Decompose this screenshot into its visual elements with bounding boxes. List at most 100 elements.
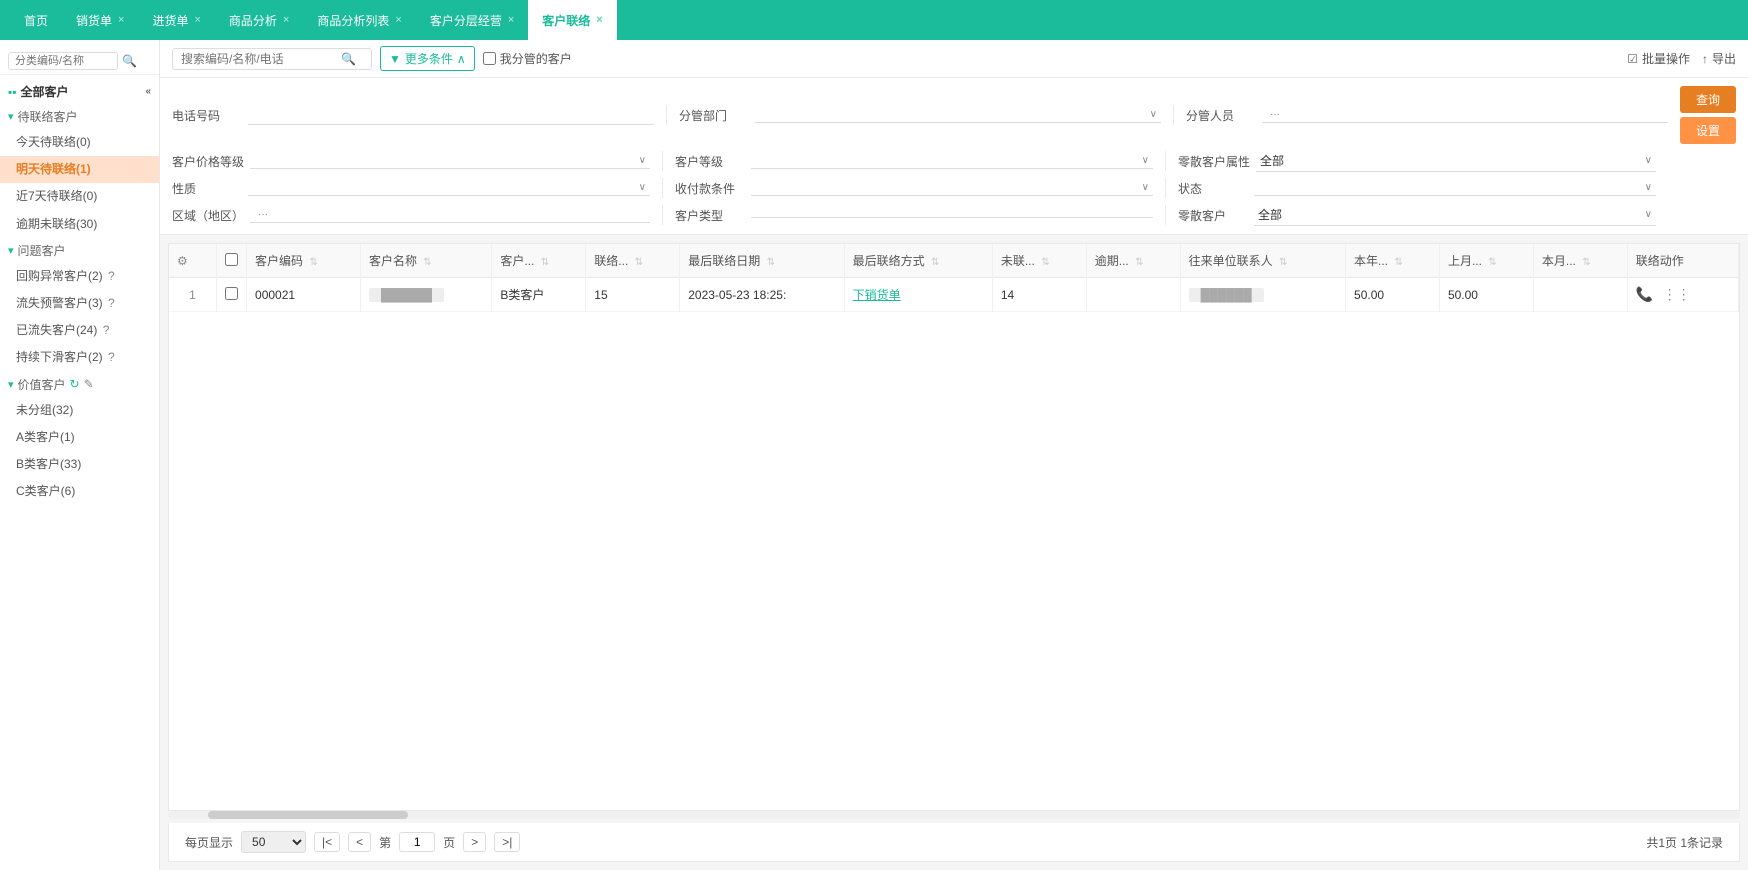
- price-grade-select[interactable]: ∨: [250, 153, 650, 169]
- sidebar-all-customers[interactable]: ▪▪ 全部客户 «: [0, 79, 159, 104]
- dept-chevron: ∨: [1150, 109, 1157, 120]
- row-name: ██████: [360, 278, 491, 312]
- person-more-dots: ···: [1270, 109, 1280, 120]
- nav-product-analysis-list[interactable]: 商品分析列表 ×: [303, 0, 415, 40]
- sidebar-item-today[interactable]: 今天待联络(0): [0, 129, 159, 156]
- sidebar-item-class-c[interactable]: C类客户(6): [0, 478, 159, 505]
- th-current-year[interactable]: 本年... ⇅: [1346, 244, 1440, 278]
- row-uncontacted: 14: [992, 278, 1086, 312]
- next-page-button[interactable]: >: [463, 832, 486, 852]
- payment-chevron: ∨: [1142, 182, 1149, 193]
- customer-grade-select[interactable]: ∨: [751, 153, 1153, 169]
- sidebar-item-declining[interactable]: 持续下滑客户(2) ?: [0, 344, 159, 371]
- last-page-button[interactable]: >|: [494, 832, 520, 852]
- sidebar-item-repurchase-abnormal[interactable]: 回购异常客户(2) ?: [0, 263, 159, 290]
- query-button[interactable]: 查询: [1680, 86, 1736, 113]
- scrollbar-track[interactable]: [168, 811, 1740, 819]
- th-type[interactable]: 客户... ⇅: [492, 244, 586, 278]
- nav-close-sales[interactable]: ×: [118, 14, 124, 26]
- customer-type-select[interactable]: [751, 213, 1153, 218]
- th-contact-person[interactable]: 往来单位联系人 ⇅: [1180, 244, 1345, 278]
- filter-divider-8: [1165, 205, 1166, 225]
- row-select-checkbox[interactable]: [225, 287, 238, 300]
- main-search-icon[interactable]: 🔍: [341, 52, 356, 66]
- table-header-row: ⚙ 客户编码 ⇅ 客户名称 ⇅: [169, 244, 1739, 278]
- th-contact-count[interactable]: 联络... ⇅: [586, 244, 680, 278]
- sidebar-item-class-a[interactable]: A类客户(1): [0, 424, 159, 451]
- sidebar-search-icon[interactable]: 🔍: [122, 54, 137, 68]
- dept-label: 分管部门: [679, 107, 749, 124]
- row-code: 000021: [247, 278, 361, 312]
- row-last-month: 50.00: [1439, 278, 1533, 312]
- nav-customer-tier[interactable]: 客户分层经营 ×: [416, 0, 528, 40]
- select-all-checkbox[interactable]: [225, 253, 238, 266]
- page-size-select[interactable]: 50 100: [241, 831, 306, 853]
- nav-close-analysis[interactable]: ×: [283, 14, 289, 26]
- sidebar-search-input[interactable]: [8, 52, 118, 70]
- status-select[interactable]: ∨: [1254, 180, 1656, 196]
- my-customers-checkbox-container[interactable]: 我分管的客户: [483, 50, 572, 67]
- value-edit-icon[interactable]: ✎: [84, 377, 94, 391]
- nav-sales-order[interactable]: 销货单 ×: [62, 0, 138, 40]
- row-checkbox[interactable]: [217, 278, 247, 312]
- sidebar-item-churn-warning[interactable]: 流失预警客户(3) ?: [0, 290, 159, 317]
- nav-close-tier[interactable]: ×: [508, 14, 514, 26]
- my-customers-checkbox[interactable]: [483, 52, 496, 65]
- first-page-button[interactable]: |<: [314, 832, 340, 852]
- last-method-link[interactable]: 下销货单: [853, 288, 901, 302]
- customer-type-label: 客户类型: [675, 207, 745, 224]
- th-last-month[interactable]: 上月... ⇅: [1439, 244, 1533, 278]
- more-filter-button[interactable]: ▼ 更多条件 ∧: [380, 46, 475, 71]
- sidebar-item-class-b[interactable]: B类客户(33): [0, 451, 159, 478]
- sidebar-problem-group[interactable]: 问题客户: [0, 238, 159, 263]
- sidebar-item-7days[interactable]: 近7天待联络(0): [0, 183, 159, 210]
- phone-input[interactable]: [248, 106, 654, 125]
- main-search-input[interactable]: [181, 52, 341, 66]
- sidebar-item-ungrouped[interactable]: 未分组(32): [0, 397, 159, 424]
- sidebar-item-tomorrow[interactable]: 明天待联络(1): [0, 156, 159, 183]
- nav-product-analysis[interactable]: 商品分析 ×: [215, 0, 303, 40]
- row-action-grid-icon[interactable]: ⋮⋮: [1663, 286, 1691, 302]
- th-current-month[interactable]: 本月... ⇅: [1533, 244, 1627, 278]
- gear-icon[interactable]: ⚙: [177, 254, 188, 268]
- sidebar-item-overdue[interactable]: 逾期未联络(30): [0, 211, 159, 238]
- th-last-date[interactable]: 最后联络日期 ⇅: [680, 244, 844, 278]
- value-refresh-icon[interactable]: ↻: [70, 377, 80, 391]
- nav-close-contact[interactable]: ×: [596, 14, 602, 26]
- page-number-input[interactable]: [399, 832, 435, 852]
- retail-customer-select[interactable]: 全部 ∨: [1254, 204, 1656, 226]
- th-code[interactable]: 客户编码 ⇅: [247, 244, 361, 278]
- sidebar-item-churned[interactable]: 已流失客户(24) ?: [0, 317, 159, 344]
- batch-operation-button[interactable]: 批量操作: [1627, 50, 1690, 67]
- filter-person: 分管人员 ···: [1186, 107, 1668, 124]
- th-overdue[interactable]: 逾期... ⇅: [1086, 244, 1180, 278]
- filter-row-1: 电话号码 分管部门 ∨ 分管人员 ···: [172, 86, 1736, 144]
- th-name[interactable]: 客户名称 ⇅: [360, 244, 491, 278]
- th-last-method[interactable]: 最后联络方式 ⇅: [844, 244, 992, 278]
- row-action[interactable]: 📞 ⋮⋮: [1627, 278, 1738, 312]
- sidebar-value-group[interactable]: 价值客户 ↻ ✎: [0, 372, 159, 397]
- nav-customer-contact[interactable]: 客户联络 ×: [528, 0, 616, 40]
- nav-home[interactable]: 首页: [10, 0, 62, 40]
- retail-attr-select[interactable]: 全部 ∨: [1256, 150, 1656, 172]
- settings-button[interactable]: 设置: [1680, 117, 1736, 144]
- row-last-method[interactable]: 下销货单: [844, 278, 992, 312]
- nav-purchase-order[interactable]: 进货单 ×: [138, 0, 214, 40]
- export-button[interactable]: 导出: [1702, 50, 1736, 67]
- sidebar-pending-group[interactable]: 待联络客户: [0, 104, 159, 129]
- th-uncontacted[interactable]: 未联... ⇅: [992, 244, 1086, 278]
- sidebar-search-container: 🔍: [0, 48, 159, 75]
- row-action-call-icon[interactable]: 📞: [1636, 286, 1653, 302]
- prev-page-button[interactable]: <: [348, 832, 371, 852]
- person-select[interactable]: ···: [1262, 107, 1668, 123]
- scrollbar-thumb[interactable]: [208, 811, 408, 819]
- nav-close-analysis-list[interactable]: ×: [395, 14, 401, 26]
- gender-select[interactable]: ∨: [248, 180, 650, 196]
- nav-close-purchase[interactable]: ×: [194, 14, 200, 26]
- sort-current-month: ⇅: [1582, 257, 1590, 268]
- region-select[interactable]: ···: [250, 207, 650, 223]
- dept-select[interactable]: ∨: [755, 107, 1161, 123]
- payment-select[interactable]: ∨: [751, 180, 1153, 196]
- toolbar: 🔍 ▼ 更多条件 ∧ 我分管的客户 批量操作 导出: [160, 40, 1748, 78]
- sort-name: ⇅: [423, 257, 431, 268]
